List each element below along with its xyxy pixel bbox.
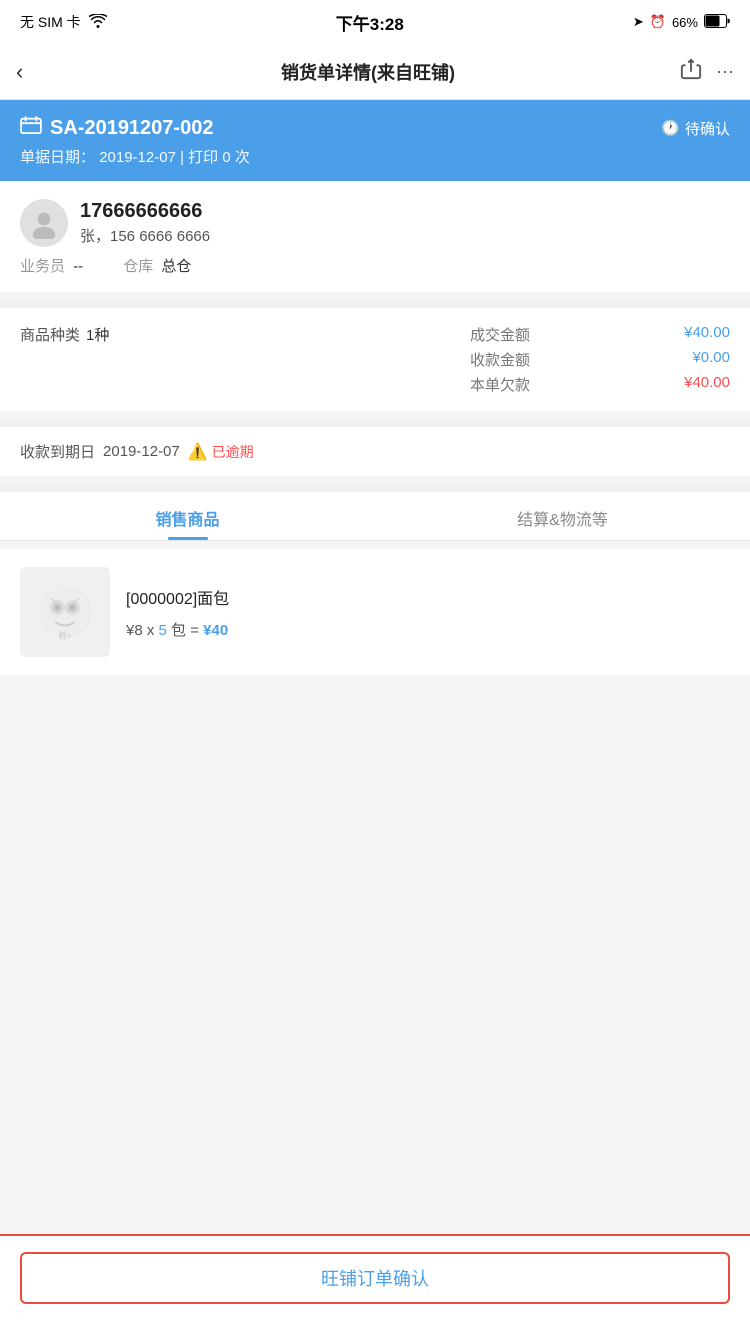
pay-label: 收款金额 — [470, 349, 530, 370]
debt-value: ¥40.00 — [684, 374, 730, 395]
type-count: 1种 — [86, 324, 109, 345]
order-header: SA-20191207-002 🕐 待确认 单据日期： 2019-12-07 |… — [0, 100, 750, 181]
deal-row: 成交金额 ¥40.00 — [470, 324, 730, 345]
battery-text: 66% — [672, 15, 698, 30]
confirm-button[interactable]: 旺铺订单确认 — [20, 1252, 730, 1304]
order-status: 🕐 待确认 — [661, 118, 730, 139]
status-bar: 无 SIM 卡 下午3:28 ➤ ⏰ 66% — [0, 0, 750, 44]
tabs-bar: 销售商品 结算&物流等 — [0, 492, 750, 541]
status-left: 无 SIM 卡 — [20, 12, 107, 32]
bottom-bar: 旺铺订单确认 — [0, 1234, 750, 1334]
status-right: ➤ ⏰ 66% — [633, 14, 730, 31]
product-name: [0000002]面包 — [126, 585, 730, 609]
sales-item: 业务员 -- — [20, 255, 83, 276]
product-info: [0000002]面包 ¥8 x 5 包 = ¥40 — [126, 585, 730, 640]
page-title: 销货单详情(来自旺铺) — [281, 59, 455, 85]
unit-price: ¥8 — [126, 622, 143, 639]
divider-3 — [0, 484, 750, 492]
debt-row: 本单欠款 ¥40.00 — [470, 374, 730, 395]
pay-row: 收款金额 ¥0.00 — [470, 349, 730, 370]
product-price: ¥8 x 5 包 = ¥40 — [126, 619, 730, 640]
pay-value: ¥0.00 — [692, 349, 730, 370]
product-item: 鲸+ [0000002]面包 ¥8 x 5 包 = ¥40 — [0, 549, 750, 675]
bottom-spacer — [0, 675, 750, 875]
avatar — [20, 199, 68, 247]
summary-left: 商品种类 1种 — [20, 324, 109, 345]
due-card: 收款到期日 2019-12-07 ⚠️ 已逾期 — [0, 427, 750, 476]
more-icon[interactable]: ··· — [716, 61, 734, 82]
type-label: 商品种类 — [20, 324, 80, 345]
customer-meta: 业务员 -- 仓库 总仓 — [20, 255, 730, 276]
tab-sales[interactable]: 销售商品 — [0, 492, 375, 540]
equals-sign: = — [190, 622, 203, 639]
divider-2 — [0, 419, 750, 427]
warehouse-value: 总仓 — [161, 258, 191, 275]
status-text: 待确认 — [685, 118, 730, 139]
product-unit: 包 — [171, 622, 186, 639]
divider-1 — [0, 300, 750, 308]
svg-text:鲸+: 鲸+ — [58, 630, 71, 640]
customer-card: 17666666666 张，156 6666 6666 业务员 -- 仓库 总仓 — [0, 181, 750, 292]
wifi-icon — [89, 14, 107, 31]
overdue-badge: ⚠️ 已逾期 — [188, 442, 254, 462]
summary-row: 商品种类 1种 成交金额 ¥40.00 收款金额 ¥0.00 本单欠款 ¥40.… — [20, 324, 730, 395]
battery-icon — [704, 14, 730, 31]
clock-icon: 🕐 — [661, 119, 680, 137]
debt-label: 本单欠款 — [470, 374, 530, 395]
share-icon[interactable] — [680, 58, 702, 85]
deal-value: ¥40.00 — [684, 324, 730, 345]
back-button[interactable]: ‹ — [16, 59, 56, 85]
order-id: SA-20191207-002 — [20, 116, 213, 140]
nav-actions: ··· — [680, 58, 734, 85]
product-list: 鲸+ [0000002]面包 ¥8 x 5 包 = ¥40 — [0, 549, 750, 675]
print-sep: | 打印 — [180, 149, 222, 166]
nav-bar: ‹ 销货单详情(来自旺铺) ··· — [0, 44, 750, 100]
customer-top: 17666666666 张，156 6666 6666 — [20, 199, 730, 247]
customer-name: 张，156 6666 6666 — [80, 225, 210, 246]
deal-label: 成交金额 — [470, 324, 530, 345]
sales-value: -- — [73, 258, 83, 275]
status-time: 下午3:28 — [336, 10, 404, 35]
due-label: 收款到期日 — [20, 441, 95, 462]
due-date: 2019-12-07 — [103, 443, 180, 460]
overdue-text: 已逾期 — [212, 442, 254, 462]
order-icon — [20, 116, 42, 140]
print-count: 0 — [222, 149, 230, 166]
tab-settlement[interactable]: 结算&物流等 — [375, 492, 750, 540]
print-unit: 次 — [235, 149, 250, 166]
location-icon: ➤ — [633, 14, 644, 30]
summary-right: 成交金额 ¥40.00 收款金额 ¥0.00 本单欠款 ¥40.00 — [470, 324, 730, 395]
summary-card: 商品种类 1种 成交金额 ¥40.00 收款金额 ¥0.00 本单欠款 ¥40.… — [0, 308, 750, 411]
date-label: 单据日期： — [20, 149, 95, 166]
warehouse-item: 仓库 总仓 — [123, 255, 191, 276]
warehouse-label: 仓库 — [123, 258, 153, 275]
product-thumbnail: 鲸+ — [20, 567, 110, 657]
order-date-row: 单据日期： 2019-12-07 | 打印 0 次 — [20, 146, 730, 167]
carrier-text: 无 SIM 卡 — [20, 12, 81, 32]
overdue-icon: ⚠️ — [188, 442, 208, 462]
customer-phone: 17666666666 — [80, 200, 210, 223]
alarm-icon: ⏰ — [650, 14, 666, 30]
order-id-row: SA-20191207-002 🕐 待确认 — [20, 116, 730, 140]
product-qty: 5 — [159, 622, 167, 639]
sales-label: 业务员 — [20, 258, 65, 275]
order-date: 2019-12-07 — [99, 149, 176, 166]
multiply-sign: x — [147, 622, 159, 639]
product-total: ¥40 — [203, 622, 228, 639]
